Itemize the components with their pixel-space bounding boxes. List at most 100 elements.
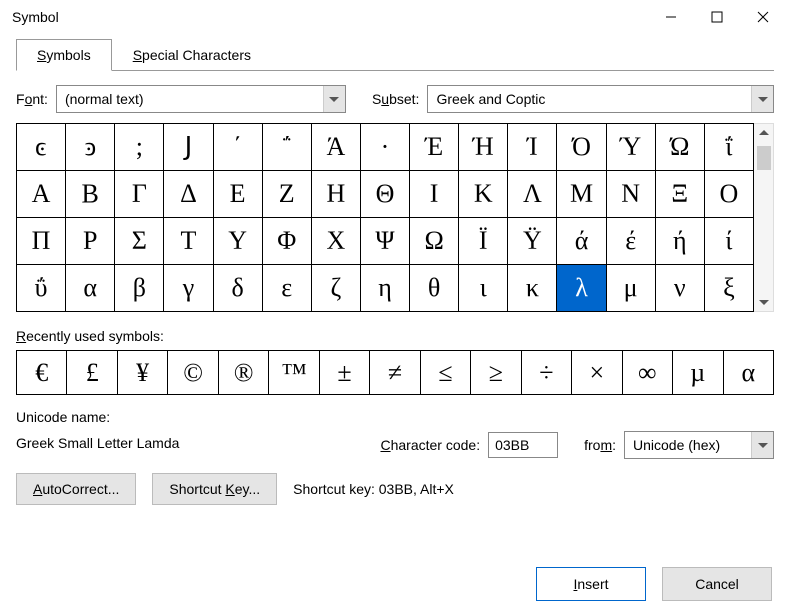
- symbol-cell[interactable]: Ά: [312, 124, 361, 171]
- font-row: Font: (normal text) Subset: Greek and Co…: [16, 85, 774, 113]
- symbol-cell[interactable]: Ί: [508, 124, 557, 171]
- subset-select[interactable]: Greek and Coptic: [427, 85, 774, 113]
- maximize-button[interactable]: [694, 0, 740, 34]
- symbol-cell[interactable]: Υ: [214, 218, 263, 265]
- symbol-cell[interactable]: Φ: [263, 218, 312, 265]
- tab-bar: Symbols Special Characters: [16, 38, 774, 71]
- symbol-cell[interactable]: Λ: [508, 171, 557, 218]
- symbol-cell[interactable]: Ή: [459, 124, 508, 171]
- symbol-cell[interactable]: ΐ: [705, 124, 754, 171]
- symbol-cell[interactable]: ΅: [263, 124, 312, 171]
- symbol-cell[interactable]: ι: [459, 265, 508, 312]
- close-button[interactable]: [740, 0, 786, 34]
- recent-symbol-cell[interactable]: ±: [320, 351, 370, 395]
- symbol-cell[interactable]: η: [361, 265, 410, 312]
- symbol-cell[interactable]: Ώ: [656, 124, 705, 171]
- font-select[interactable]: (normal text): [56, 85, 346, 113]
- recent-symbol-cell[interactable]: ™: [269, 351, 319, 395]
- recent-symbol-cell[interactable]: ×: [572, 351, 622, 395]
- symbol-cell[interactable]: Ν: [607, 171, 656, 218]
- symbol-cell[interactable]: Θ: [361, 171, 410, 218]
- symbol-cell[interactable]: Ω: [410, 218, 459, 265]
- symbol-cell[interactable]: β: [115, 265, 164, 312]
- recent-symbol-cell[interactable]: ¥: [118, 351, 168, 395]
- subset-dropdown-button[interactable]: [751, 86, 773, 112]
- symbol-cell[interactable]: ί: [705, 218, 754, 265]
- symbol-cell[interactable]: ε: [263, 265, 312, 312]
- symbol-cell[interactable]: Ξ: [656, 171, 705, 218]
- symbol-cell[interactable]: Ρ: [66, 218, 115, 265]
- symbol-cell[interactable]: Έ: [410, 124, 459, 171]
- cancel-button[interactable]: Cancel: [662, 567, 772, 601]
- recent-symbol-cell[interactable]: ©: [168, 351, 218, 395]
- symbol-cell[interactable]: Δ: [164, 171, 213, 218]
- symbol-cell[interactable]: Μ: [557, 171, 606, 218]
- symbol-cell[interactable]: Ε: [214, 171, 263, 218]
- symbol-cell[interactable]: Χ: [312, 218, 361, 265]
- symbol-cell[interactable]: ν: [656, 265, 705, 312]
- symbol-cell[interactable]: Ϋ: [508, 218, 557, 265]
- symbol-cell[interactable]: Ψ: [361, 218, 410, 265]
- symbol-cell[interactable]: θ: [410, 265, 459, 312]
- charcode-input[interactable]: [488, 432, 558, 458]
- minimize-button[interactable]: [648, 0, 694, 34]
- autocorrect-button[interactable]: AutoCorrect...: [16, 473, 136, 505]
- symbol-cell[interactable]: ά: [557, 218, 606, 265]
- scroll-up-icon[interactable]: [759, 130, 769, 135]
- recent-symbol-cell[interactable]: ≤: [421, 351, 471, 395]
- symbol-cell[interactable]: γ: [164, 265, 213, 312]
- symbol-cell[interactable]: Ϳ: [164, 124, 213, 171]
- symbol-cell[interactable]: ΄: [214, 124, 263, 171]
- recent-symbol-cell[interactable]: ≠: [370, 351, 420, 395]
- symbol-cell[interactable]: α: [66, 265, 115, 312]
- symbol-cell[interactable]: ΰ: [17, 265, 66, 312]
- recent-symbol-cell[interactable]: α: [724, 351, 774, 395]
- symbol-cell[interactable]: ζ: [312, 265, 361, 312]
- symbol-cell[interactable]: Π: [17, 218, 66, 265]
- shortcut-key-button[interactable]: Shortcut Key...: [152, 473, 277, 505]
- symbol-cell[interactable]: Κ: [459, 171, 508, 218]
- symbol-cell[interactable]: Α: [17, 171, 66, 218]
- symbol-cell[interactable]: Ϊ: [459, 218, 508, 265]
- grid-scrollbar[interactable]: [754, 123, 774, 312]
- recent-symbol-cell[interactable]: ∞: [623, 351, 673, 395]
- font-dropdown-button[interactable]: [323, 86, 345, 112]
- from-select[interactable]: Unicode (hex): [624, 431, 774, 459]
- symbol-cell[interactable]: μ: [607, 265, 656, 312]
- recent-symbol-cell[interactable]: ≥: [471, 351, 521, 395]
- symbol-cell[interactable]: Ι: [410, 171, 459, 218]
- symbol-cell[interactable]: Τ: [164, 218, 213, 265]
- symbol-grid: ͼͽ;Ϳ΄΅Ά·ΈΉΊΌΎΏΐ ΑΒΓΔΕΖΗΘΙΚΛΜΝΞΟ ΠΡΣΤΥΦΧΨΩΪ…: [16, 123, 754, 312]
- recent-symbol-cell[interactable]: ÷: [522, 351, 572, 395]
- symbol-cell[interactable]: Β: [66, 171, 115, 218]
- symbol-cell[interactable]: έ: [607, 218, 656, 265]
- symbol-cell[interactable]: λ: [557, 265, 606, 312]
- subset-label: Subset:: [372, 91, 420, 107]
- symbol-cell[interactable]: ·: [361, 124, 410, 171]
- symbol-cell[interactable]: δ: [214, 265, 263, 312]
- recent-symbol-cell[interactable]: µ: [673, 351, 723, 395]
- recent-symbol-cell[interactable]: €: [17, 351, 67, 395]
- symbol-cell[interactable]: ͽ: [66, 124, 115, 171]
- tab-symbols[interactable]: Symbols: [16, 39, 112, 71]
- symbol-cell[interactable]: κ: [508, 265, 557, 312]
- symbol-cell[interactable]: Ο: [705, 171, 754, 218]
- symbol-cell[interactable]: ͼ: [17, 124, 66, 171]
- recent-symbol-cell[interactable]: ®: [219, 351, 269, 395]
- symbol-cell[interactable]: ή: [656, 218, 705, 265]
- tab-special-characters[interactable]: Special Characters: [112, 39, 272, 71]
- symbol-cell[interactable]: Σ: [115, 218, 164, 265]
- scroll-down-icon[interactable]: [759, 300, 769, 305]
- symbol-cell[interactable]: Η: [312, 171, 361, 218]
- symbol-cell[interactable]: Ζ: [263, 171, 312, 218]
- insert-button[interactable]: Insert: [536, 567, 646, 601]
- from-label: from:: [584, 437, 616, 453]
- from-dropdown-button[interactable]: [751, 432, 773, 458]
- symbol-cell[interactable]: Ύ: [607, 124, 656, 171]
- scroll-thumb[interactable]: [757, 146, 771, 170]
- recent-symbol-cell[interactable]: £: [67, 351, 117, 395]
- symbol-cell[interactable]: Ό: [557, 124, 606, 171]
- symbol-cell[interactable]: ξ: [705, 265, 754, 312]
- symbol-cell[interactable]: Γ: [115, 171, 164, 218]
- symbol-cell[interactable]: ;: [115, 124, 164, 171]
